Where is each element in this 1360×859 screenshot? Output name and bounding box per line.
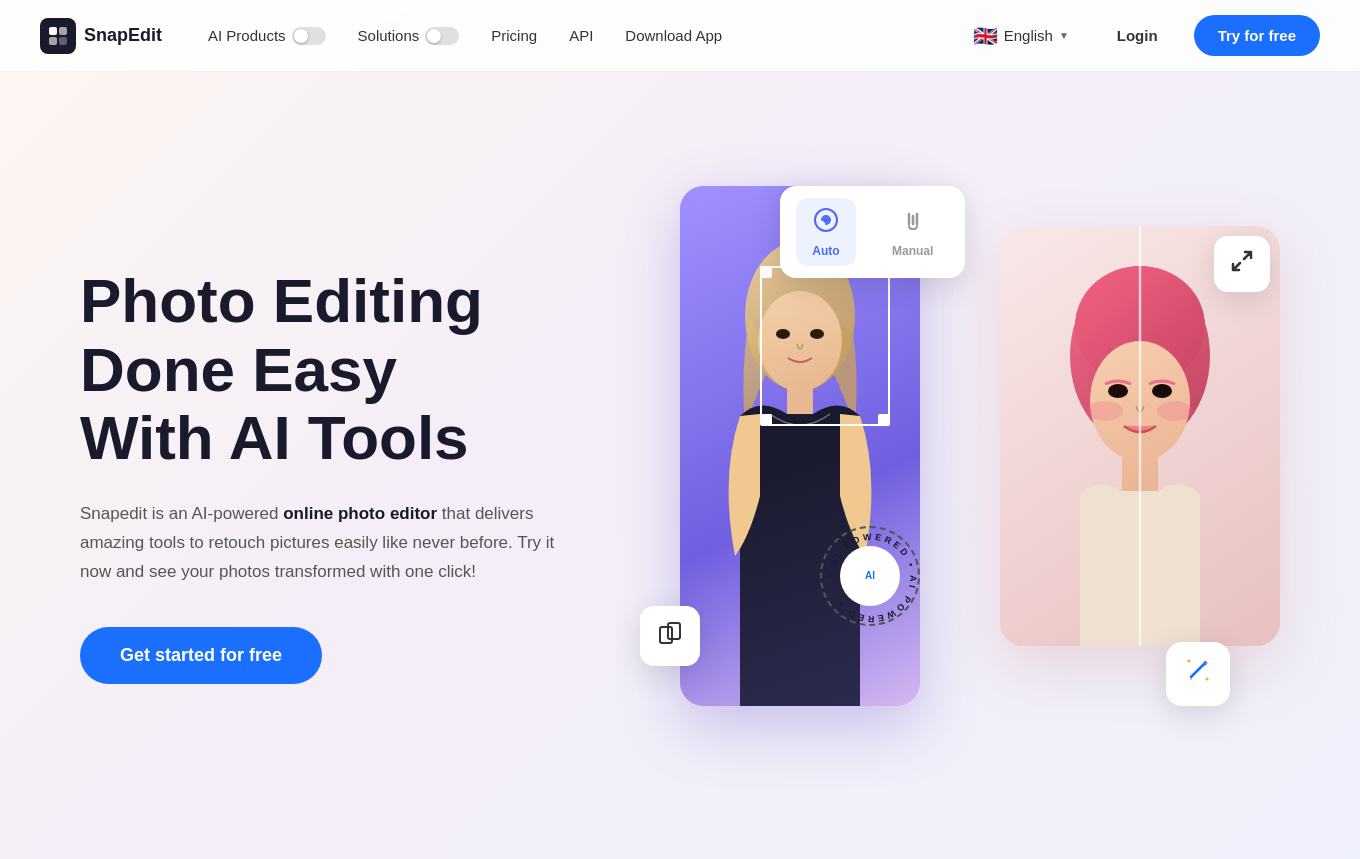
hero-content: Photo Editing Done Easy With AI Tools Sn… — [80, 267, 620, 683]
magic-wand-card[interactable] — [1166, 642, 1230, 706]
svg-rect-0 — [49, 27, 57, 35]
svg-point-20 — [1087, 401, 1123, 421]
svg-point-19 — [1152, 384, 1172, 398]
nav-toggle-ai-products[interactable] — [292, 27, 326, 45]
svg-point-28 — [1206, 678, 1209, 681]
selection-rectangle — [760, 266, 890, 426]
expand-icon — [1230, 249, 1254, 279]
nav-links: AI Products Solutions Pricing API Downlo… — [194, 19, 961, 53]
nav-label-pricing: Pricing — [491, 27, 537, 44]
crop-icon — [656, 619, 684, 653]
logo-text: SnapEdit — [84, 25, 162, 46]
ai-powered-badge: • AI POWERED • AI POWERED • AI — [820, 526, 920, 626]
nav-item-download[interactable]: Download App — [611, 19, 736, 52]
login-button[interactable]: Login — [1097, 17, 1178, 54]
nav-label-download: Download App — [625, 27, 722, 44]
auto-manual-card[interactable]: Auto Manual — [780, 186, 965, 278]
tab-auto[interactable]: Auto — [796, 198, 856, 266]
svg-rect-24 — [660, 627, 672, 643]
svg-rect-3 — [59, 37, 67, 45]
hero-visual: Auto Manual — [620, 166, 1280, 786]
svg-rect-2 — [49, 37, 57, 45]
logo-icon — [40, 18, 76, 54]
crop-card[interactable] — [640, 606, 700, 666]
get-started-button[interactable]: Get started for free — [80, 627, 322, 684]
tab-manual[interactable]: Manual — [876, 198, 949, 266]
hero-section: Photo Editing Done Easy With AI Tools Sn… — [0, 72, 1360, 859]
nav-item-ai-products[interactable]: AI Products — [194, 19, 340, 53]
svg-rect-1 — [59, 27, 67, 35]
svg-point-27 — [1188, 660, 1191, 663]
nav-label-ai-products: AI Products — [208, 27, 286, 44]
chevron-down-icon: ▼ — [1059, 30, 1069, 41]
flag-icon: 🇬🇧 — [973, 24, 998, 48]
svg-point-18 — [1108, 384, 1128, 398]
svg-point-21 — [1157, 401, 1193, 421]
nav-label-api: API — [569, 27, 593, 44]
svg-point-30 — [1190, 678, 1192, 680]
language-label: English — [1004, 27, 1053, 44]
svg-point-29 — [1206, 662, 1208, 664]
hero-subtitle: Snapedit is an AI-powered online photo e… — [80, 500, 560, 587]
auto-icon — [812, 206, 840, 240]
magic-wand-icon — [1183, 655, 1213, 692]
svg-rect-25 — [668, 623, 680, 639]
hero-title: Photo Editing Done Easy With AI Tools — [80, 267, 620, 472]
nav-right: 🇬🇧 English ▼ Login Try for free — [961, 15, 1320, 56]
expand-card[interactable] — [1214, 236, 1270, 292]
logo-link[interactable]: SnapEdit — [40, 18, 162, 54]
nav-item-solutions[interactable]: Solutions — [344, 19, 474, 53]
ai-badge-center: AI — [840, 546, 900, 606]
navbar: SnapEdit AI Products Solutions Pricing A… — [0, 0, 1360, 72]
nav-label-solutions: Solutions — [358, 27, 420, 44]
photo-card-side — [1000, 226, 1280, 646]
nav-item-api[interactable]: API — [555, 19, 607, 52]
nav-item-pricing[interactable]: Pricing — [477, 19, 551, 52]
nav-toggle-solutions[interactable] — [425, 27, 459, 45]
manual-label: Manual — [892, 244, 933, 258]
svg-point-5 — [823, 217, 829, 223]
manual-icon — [899, 206, 927, 240]
language-selector[interactable]: 🇬🇧 English ▼ — [961, 16, 1081, 56]
try-for-free-button[interactable]: Try for free — [1194, 15, 1320, 56]
auto-label: Auto — [812, 244, 839, 258]
